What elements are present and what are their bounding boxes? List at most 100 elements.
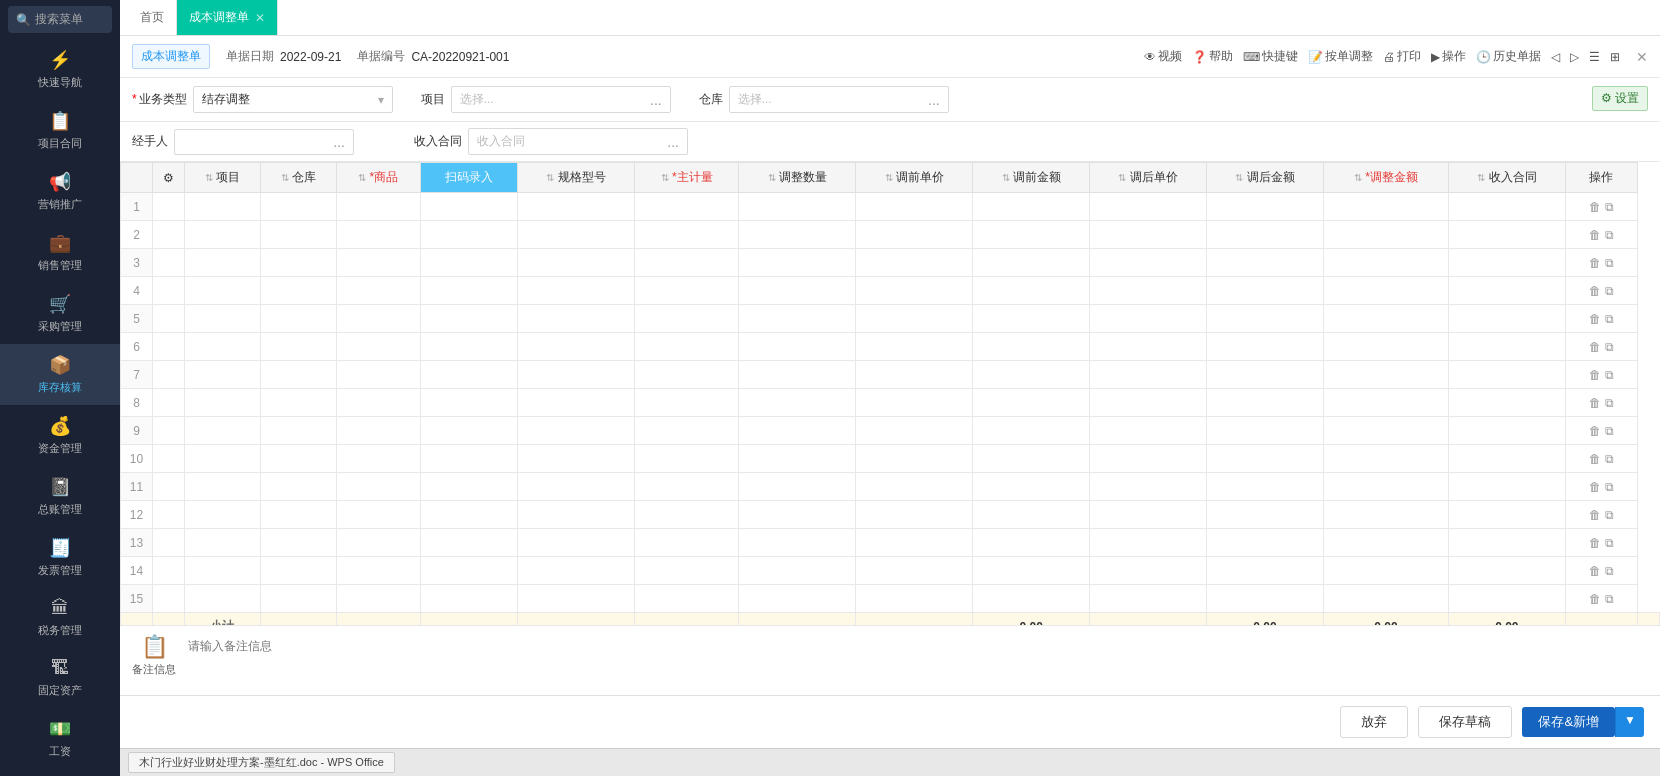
data-cell[interactable] — [856, 417, 973, 445]
data-cell[interactable] — [739, 585, 856, 613]
data-cell[interactable] — [260, 557, 336, 585]
data-cell[interactable] — [1090, 193, 1207, 221]
copy-row-icon[interactable]: ⧉ — [1605, 508, 1614, 522]
data-cell[interactable] — [739, 193, 856, 221]
data-cell[interactable] — [153, 249, 185, 277]
data-cell[interactable] — [1448, 305, 1565, 333]
data-cell[interactable] — [635, 585, 739, 613]
data-cell[interactable] — [739, 389, 856, 417]
save-draft-button[interactable]: 保存草稿 — [1418, 706, 1512, 738]
data-cell[interactable] — [973, 585, 1090, 613]
data-cell[interactable] — [260, 305, 336, 333]
doc-adjust-button[interactable]: 📝 按单调整 — [1308, 48, 1373, 65]
data-cell[interactable] — [1207, 249, 1324, 277]
data-cell[interactable] — [153, 529, 185, 557]
data-cell[interactable] — [420, 277, 518, 305]
data-cell[interactable] — [739, 361, 856, 389]
data-cell[interactable] — [856, 333, 973, 361]
data-cell[interactable] — [856, 501, 973, 529]
tab-close-icon[interactable]: ✕ — [255, 11, 265, 25]
data-cell[interactable] — [1207, 557, 1324, 585]
data-cell[interactable] — [336, 333, 420, 361]
data-cell[interactable] — [420, 585, 518, 613]
data-cell[interactable] — [1323, 221, 1448, 249]
data-cell[interactable] — [635, 193, 739, 221]
data-cell[interactable] — [635, 361, 739, 389]
data-cell[interactable] — [1448, 333, 1565, 361]
data-cell[interactable] — [336, 193, 420, 221]
data-cell[interactable] — [518, 585, 635, 613]
data-cell[interactable] — [260, 277, 336, 305]
data-cell[interactable] — [1207, 445, 1324, 473]
data-cell[interactable] — [1448, 529, 1565, 557]
data-cell[interactable] — [1090, 585, 1207, 613]
search-menu-button[interactable]: 🔍 搜索菜单 — [8, 6, 112, 33]
data-cell[interactable] — [856, 361, 973, 389]
data-cell[interactable] — [336, 585, 420, 613]
data-cell[interactable] — [336, 249, 420, 277]
sidebar-item-ledger-mgmt[interactable]: 📓 总账管理 — [0, 466, 120, 527]
data-cell[interactable] — [420, 333, 518, 361]
data-cell[interactable] — [739, 221, 856, 249]
copy-row-icon[interactable]: ⧉ — [1605, 228, 1614, 242]
data-cell[interactable] — [336, 277, 420, 305]
data-cell[interactable] — [420, 557, 518, 585]
data-cell[interactable] — [635, 473, 739, 501]
delete-row-icon[interactable]: 🗑 — [1589, 368, 1601, 382]
data-cell[interactable] — [1207, 305, 1324, 333]
tab-cost-adjust[interactable]: 成本调整单 ✕ — [177, 0, 278, 35]
data-cell[interactable] — [1207, 221, 1324, 249]
data-cell[interactable] — [1090, 305, 1207, 333]
data-cell[interactable] — [1090, 277, 1207, 305]
data-cell[interactable] — [856, 445, 973, 473]
grid-view-button[interactable]: ⊞ — [1610, 50, 1620, 64]
data-cell[interactable] — [185, 501, 261, 529]
data-cell[interactable] — [973, 277, 1090, 305]
history-button[interactable]: 🕒 历史单据 — [1476, 48, 1541, 65]
data-cell[interactable] — [739, 473, 856, 501]
data-cell[interactable] — [1090, 361, 1207, 389]
data-cell[interactable] — [185, 585, 261, 613]
data-cell[interactable] — [856, 473, 973, 501]
taskbar-item[interactable]: 木门行业好业财处理方案-墨红红.doc - WPS Office — [128, 752, 395, 773]
data-cell[interactable] — [420, 529, 518, 557]
data-cell[interactable] — [260, 473, 336, 501]
data-cell[interactable] — [336, 361, 420, 389]
data-cell[interactable] — [1090, 249, 1207, 277]
copy-row-icon[interactable]: ⧉ — [1605, 592, 1614, 606]
data-cell[interactable] — [153, 305, 185, 333]
data-cell[interactable] — [185, 193, 261, 221]
data-cell[interactable] — [1323, 473, 1448, 501]
data-cell[interactable] — [739, 333, 856, 361]
sidebar-item-project-contract[interactable]: 📋 项目合同 — [0, 100, 120, 161]
data-cell[interactable] — [973, 305, 1090, 333]
data-cell[interactable] — [153, 417, 185, 445]
sidebar-item-inventory-calc[interactable]: 📦 库存核算 — [0, 344, 120, 405]
data-cell[interactable] — [153, 557, 185, 585]
copy-row-icon[interactable]: ⧉ — [1605, 284, 1614, 298]
data-cell[interactable] — [336, 417, 420, 445]
data-cell[interactable] — [973, 249, 1090, 277]
data-cell[interactable] — [739, 557, 856, 585]
delete-row-icon[interactable]: 🗑 — [1589, 452, 1601, 466]
data-cell[interactable] — [635, 557, 739, 585]
data-cell[interactable] — [1207, 529, 1324, 557]
delete-row-icon[interactable]: 🗑 — [1589, 536, 1601, 550]
data-cell[interactable] — [153, 445, 185, 473]
tab-home[interactable]: 首页 — [128, 0, 177, 35]
data-cell[interactable] — [518, 333, 635, 361]
data-cell[interactable] — [518, 361, 635, 389]
data-cell[interactable] — [1090, 445, 1207, 473]
sidebar-item-ops-mgmt[interactable]: 📊 经营管理 — [0, 769, 120, 776]
agent-select[interactable]: ... — [174, 129, 354, 155]
data-cell[interactable] — [973, 389, 1090, 417]
notes-icon-button[interactable]: 📋 备注信息 — [132, 634, 176, 677]
data-cell[interactable] — [185, 333, 261, 361]
data-cell[interactable] — [1207, 473, 1324, 501]
data-cell[interactable] — [336, 557, 420, 585]
delete-row-icon[interactable]: 🗑 — [1589, 312, 1601, 326]
data-cell[interactable] — [973, 473, 1090, 501]
data-cell[interactable] — [336, 473, 420, 501]
data-cell[interactable] — [260, 389, 336, 417]
data-cell[interactable] — [420, 249, 518, 277]
